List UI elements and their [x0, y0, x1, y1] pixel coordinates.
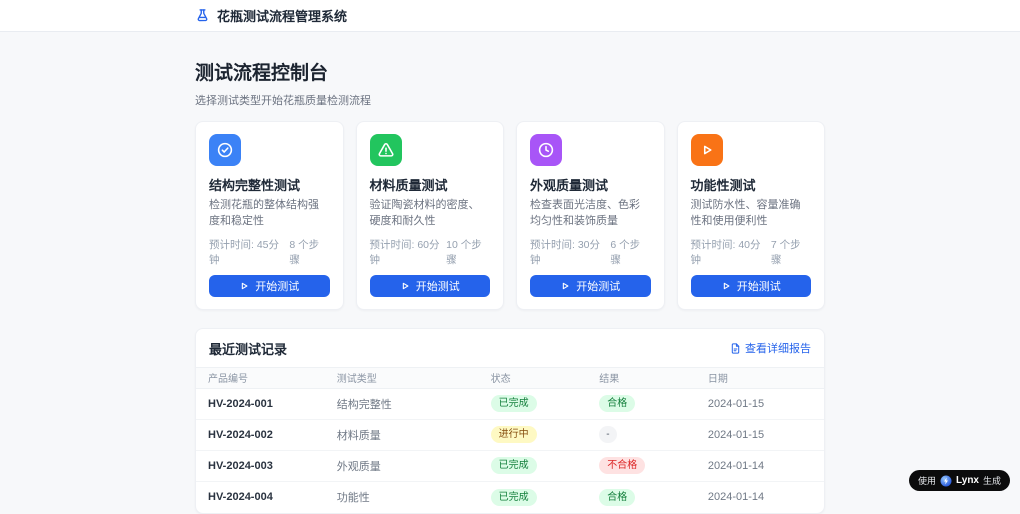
test-date: 2024-01-15	[707, 428, 765, 441]
card-description: 测试防水性、容量准确性和使用便利性	[690, 199, 801, 227]
recent-records-panel: 最近测试记录 查看详细报告 产品编号 测试类型 状态 结果 日期 HV-2024-001…	[195, 327, 825, 514]
result-badge: -	[599, 426, 617, 444]
card-title: 结构完整性测试	[209, 178, 301, 193]
main-content: 测试流程控制台 选择测试类型开始花瓶质量检测流程 结构完整性测试 检测花瓶的整体…	[195, 58, 825, 514]
check-circle-icon	[217, 142, 233, 158]
table-row: HV-2024-001 结构完整性 已完成 合格 2024-01-15	[196, 389, 824, 420]
play-icon-tile	[690, 134, 723, 166]
step-count: 8 个步骤	[289, 238, 320, 266]
column-header: 结果	[599, 374, 620, 386]
table-row: HV-2024-004 功能性 已完成 合格 2024-01-14	[196, 482, 824, 513]
app-title: 花瓶测试流程管理系统	[217, 9, 348, 24]
step-count: 7 个步骤	[770, 238, 801, 266]
column-header: 状态	[490, 374, 511, 386]
column-header: 测试类型	[336, 374, 377, 386]
start-test-label: 开始测试	[576, 280, 621, 293]
clock-icon-tile	[530, 134, 562, 166]
clock-icon	[538, 142, 554, 158]
lynx-logo-icon	[940, 475, 952, 486]
play-outline-icon	[563, 282, 569, 290]
start-test-button[interactable]: 开始测试	[690, 274, 811, 297]
status-badge: 已完成	[490, 395, 537, 413]
lynx-badge-brand: Lynx	[956, 475, 979, 486]
play-outline-icon	[723, 282, 730, 290]
page-subtitle: 选择测试类型开始花瓶质量检测流程	[195, 95, 371, 107]
estimated-time: 预计时间: 60分钟	[369, 238, 440, 266]
card-title: 材料质量测试	[369, 178, 448, 193]
card-description: 验证陶瓷材料的密度、硬度和耐久性	[369, 199, 480, 227]
lynx-generated-badge[interactable]: 使用 Lynx 生成	[909, 470, 1010, 491]
test-type: 结构完整性	[336, 398, 392, 411]
result-badge: 合格	[599, 395, 636, 413]
card-meta: 预计时间: 45分钟 8 个步骤	[209, 237, 330, 267]
warning-triangle-icon	[378, 142, 393, 157]
app-header: 花瓶测试流程管理系统	[0, 0, 1020, 32]
view-report-label: 查看详细报告	[745, 343, 811, 356]
test-type: 功能性	[336, 492, 370, 505]
table-body: HV-2024-001 结构完整性 已完成 合格 2024-01-15 HV-2…	[196, 389, 824, 513]
start-test-label: 开始测试	[736, 280, 781, 293]
test-type: 外观质量	[336, 460, 381, 473]
test-type-cards: 结构完整性测试 检测花瓶的整体结构强度和稳定性 预计时间: 45分钟 8 个步骤…	[195, 121, 825, 310]
estimated-time: 预计时间: 45分钟	[209, 238, 280, 266]
test-card: 材料质量测试 验证陶瓷材料的密度、硬度和耐久性 预计时间: 60分钟 10 个步…	[355, 121, 504, 310]
card-meta: 预计时间: 60分钟 10 个步骤	[370, 237, 491, 267]
records-title: 最近测试记录	[209, 341, 288, 357]
card-description: 检查表面光洁度、色彩均匀性和装饰质量	[530, 199, 640, 227]
test-card: 结构完整性测试 检测花瓶的整体结构强度和稳定性 预计时间: 45分钟 8 个步骤…	[195, 121, 344, 310]
result-badge: 不合格	[599, 457, 646, 475]
card-meta: 预计时间: 30分钟 6 个步骤	[530, 237, 651, 267]
view-report-link[interactable]: 查看详细报告	[730, 340, 811, 356]
lynx-badge-suffix: 生成	[982, 476, 1001, 486]
estimated-time: 预计时间: 30分钟	[530, 238, 601, 266]
step-count: 6 个步骤	[610, 238, 641, 266]
test-date: 2024-01-15	[707, 397, 765, 410]
test-card: 功能性测试 测试防水性、容量准确性和使用便利性 预计时间: 40分钟 7 个步骤…	[676, 121, 825, 310]
card-description: 检测花瓶的整体结构强度和稳定性	[209, 199, 319, 227]
play-outline-icon	[242, 282, 248, 290]
test-card: 外观质量测试 检查表面光洁度、色彩均匀性和装饰质量 预计时间: 30分钟 6 个…	[516, 121, 665, 310]
card-title: 外观质量测试	[530, 178, 609, 193]
play-icon	[703, 145, 712, 155]
start-test-button[interactable]: 开始测试	[369, 274, 490, 297]
table-header-row: 产品编号 测试类型 状态 结果 日期	[196, 366, 824, 389]
check-circle-icon-tile	[209, 134, 241, 166]
product-id: HV-2024-001	[208, 397, 273, 410]
page-title: 测试流程控制台	[195, 63, 329, 84]
status-badge: 进行中	[490, 426, 537, 444]
table-row: HV-2024-002 材料质量 进行中 - 2024-01-15	[196, 420, 824, 451]
test-date: 2024-01-14	[707, 459, 765, 472]
status-badge: 已完成	[490, 457, 537, 475]
start-test-button[interactable]: 开始测试	[209, 274, 330, 297]
result-badge: 合格	[599, 488, 636, 506]
estimated-time: 预计时间: 40分钟	[690, 238, 761, 266]
table-row: HV-2024-003 外观质量 已完成 不合格 2024-01-14	[196, 451, 824, 482]
start-test-label: 开始测试	[415, 280, 460, 293]
test-type: 材料质量	[336, 429, 381, 442]
step-count: 10 个步骤	[446, 238, 482, 266]
start-test-button[interactable]: 开始测试	[530, 274, 651, 297]
card-title: 功能性测试	[690, 178, 756, 193]
start-test-label: 开始测试	[255, 280, 300, 293]
document-icon	[731, 343, 740, 354]
test-date: 2024-01-14	[707, 491, 765, 504]
product-id: HV-2024-002	[208, 428, 273, 441]
warning-triangle-icon-tile	[369, 134, 402, 166]
lynx-badge-prefix: 使用	[918, 476, 937, 486]
product-id: HV-2024-003	[208, 459, 273, 472]
column-header: 产品编号	[208, 374, 248, 386]
play-outline-icon	[402, 282, 409, 290]
column-header: 日期	[707, 374, 728, 386]
product-id: HV-2024-004	[208, 491, 273, 504]
status-badge: 已完成	[490, 488, 537, 506]
card-meta: 预计时间: 40分钟 7 个步骤	[691, 237, 812, 267]
flask-icon	[197, 9, 208, 22]
